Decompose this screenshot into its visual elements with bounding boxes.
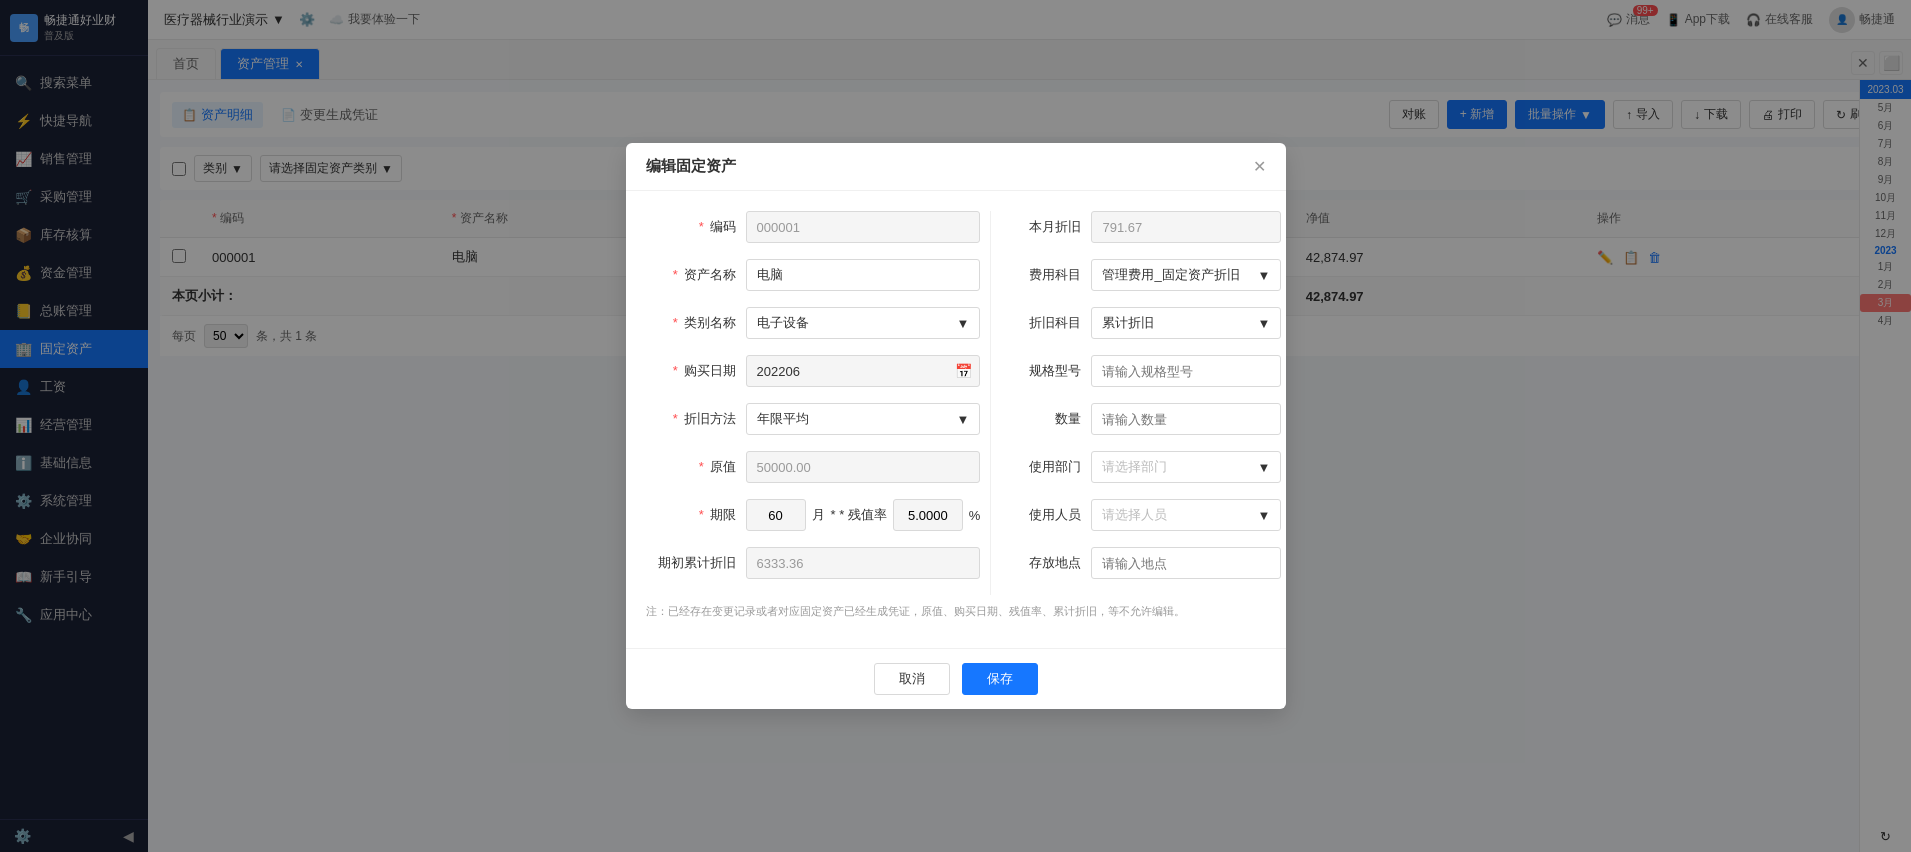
form-row-user: 使用人员 请选择人员 ▼ (1001, 499, 1281, 531)
location-input[interactable] (1091, 547, 1281, 579)
modal-note: 注：已经存在变更记录或者对应固定资产已经生成凭证，原值、购买日期、残值率、累计折… (646, 595, 1266, 628)
form-row-depreciation-subject: 折旧科目 累计折旧 ▼ (1001, 307, 1281, 339)
period-label: * 期限 (656, 506, 746, 524)
calendar-icon: 📅 (955, 363, 972, 379)
purchase-date-label: * 购买日期 (656, 362, 746, 380)
category-select[interactable]: 电子设备 ▼ (746, 307, 981, 339)
method-dropdown-icon: ▼ (957, 412, 970, 427)
initial-depreciation-input[interactable] (746, 547, 981, 579)
form-col-left: * 编码 * 资产名称 (646, 211, 991, 595)
residual-rate-input[interactable] (893, 499, 963, 531)
residual-rate-label: * * 残值率 (831, 506, 887, 524)
department-dropdown-icon: ▼ (1258, 460, 1271, 475)
depreciation-method-label: * 折旧方法 (656, 410, 746, 428)
form-row-name: * 资产名称 (656, 259, 981, 291)
modal-overlay: 编辑固定资产 ✕ * 编码 (0, 0, 1911, 852)
form-row-expense-subject: 费用科目 管理费用_固定资产折旧 ▼ (1001, 259, 1281, 291)
depreciation-dropdown-icon: ▼ (1258, 316, 1271, 331)
form-row-purchase-date: * 购买日期 📅 (656, 355, 981, 387)
period-unit: 月 (812, 506, 825, 524)
purchase-date-input[interactable] (746, 355, 981, 387)
purchase-date-wrapper: 📅 (746, 355, 981, 387)
quantity-input[interactable] (1091, 403, 1281, 435)
edit-fixed-asset-modal: 编辑固定资产 ✕ * 编码 (626, 143, 1286, 709)
modal-footer: 取消 保存 (626, 648, 1286, 709)
user-label: 使用人员 (1001, 506, 1091, 524)
form-row-depreciation-method: * 折旧方法 年限平均 ▼ (656, 403, 981, 435)
monthly-depreciation-label: 本月折旧 (1001, 218, 1091, 236)
depreciation-subject-label: 折旧科目 (1001, 314, 1091, 332)
form-row-initial-depreciation: 期初累计折旧 (656, 547, 981, 579)
user-dropdown-icon: ▼ (1258, 508, 1271, 523)
form-grid: * 编码 * 资产名称 (646, 211, 1266, 595)
expense-subject-label: 费用科目 (1001, 266, 1091, 284)
user-select[interactable]: 请选择人员 ▼ (1091, 499, 1281, 531)
cancel-button[interactable]: 取消 (874, 663, 950, 695)
expense-dropdown-icon: ▼ (1258, 268, 1271, 283)
category-dropdown-icon: ▼ (957, 316, 970, 331)
category-label: * 类别名称 (656, 314, 746, 332)
modal-header: 编辑固定资产 ✕ (626, 143, 1286, 191)
form-row-code: * 编码 (656, 211, 981, 243)
modal-close-button[interactable]: ✕ (1253, 157, 1266, 176)
form-row-spec: 规格型号 (1001, 355, 1281, 387)
modal-title: 编辑固定资产 (646, 157, 736, 176)
original-value-label: * 原值 (656, 458, 746, 476)
code-input[interactable] (746, 211, 981, 243)
department-select[interactable]: 请选择部门 ▼ (1091, 451, 1281, 483)
save-button[interactable]: 保存 (962, 663, 1038, 695)
form-col-right: 本月折旧 费用科目 管理费用_固定资产折旧 ▼ (990, 211, 1285, 595)
quantity-label: 数量 (1001, 410, 1091, 428)
depreciation-subject-select[interactable]: 累计折旧 ▼ (1091, 307, 1281, 339)
depreciation-method-select[interactable]: 年限平均 ▼ (746, 403, 981, 435)
form-row-quantity: 数量 (1001, 403, 1281, 435)
name-input[interactable] (746, 259, 981, 291)
initial-depreciation-label: 期初累计折旧 (656, 554, 746, 572)
percent-unit: % (969, 508, 981, 523)
form-row-location: 存放地点 (1001, 547, 1281, 579)
form-row-monthly-depreciation: 本月折旧 (1001, 211, 1281, 243)
expense-subject-select[interactable]: 管理费用_固定资产折旧 ▼ (1091, 259, 1281, 291)
original-value-input[interactable] (746, 451, 981, 483)
code-label: * 编码 (656, 218, 746, 236)
form-row-department: 使用部门 请选择部门 ▼ (1001, 451, 1281, 483)
period-input[interactable] (746, 499, 806, 531)
monthly-depreciation-input (1091, 211, 1281, 243)
location-label: 存放地点 (1001, 554, 1091, 572)
name-label: * 资产名称 (656, 266, 746, 284)
spec-label: 规格型号 (1001, 362, 1091, 380)
form-row-category: * 类别名称 电子设备 ▼ (656, 307, 981, 339)
modal-body: * 编码 * 资产名称 (626, 191, 1286, 648)
form-row-original-value: * 原值 (656, 451, 981, 483)
spec-input[interactable] (1091, 355, 1281, 387)
period-row: 月 * * 残值率 % (746, 499, 981, 531)
department-label: 使用部门 (1001, 458, 1091, 476)
form-row-period: * 期限 月 * * 残值率 % (656, 499, 981, 531)
